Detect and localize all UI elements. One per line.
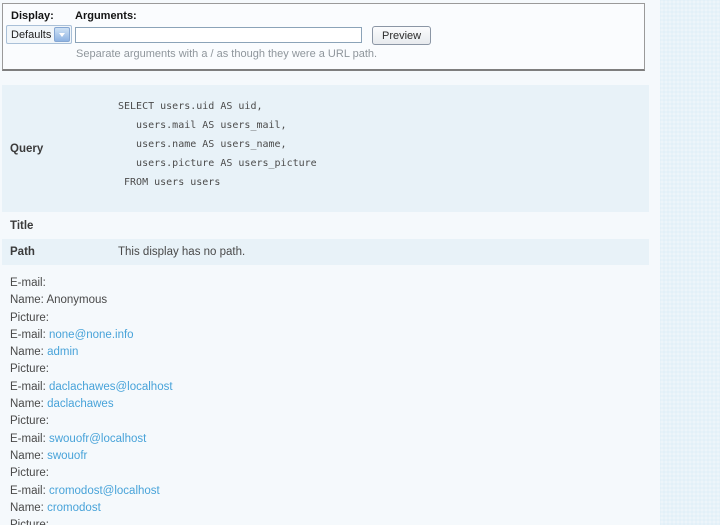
result-field-label: E-mail:: [10, 484, 49, 497]
result-line: Picture:: [10, 310, 640, 327]
result-line: Picture:: [10, 517, 640, 525]
query-row-label: Query: [10, 142, 44, 155]
result-line: Name: cromodost: [10, 500, 640, 517]
result-line: E-mail: swouofr@localhost: [10, 431, 640, 448]
result-field-label: Picture:: [10, 415, 53, 428]
result-link[interactable]: daclachawes: [47, 398, 113, 410]
arguments-input[interactable]: [75, 27, 362, 43]
preview-controls-fieldset: Display: Arguments: Defaults Preview Sep…: [2, 3, 645, 71]
display-select-value: Defaults: [11, 28, 52, 41]
path-row: Path This display has no path.: [2, 239, 649, 265]
result-line: Picture:: [10, 413, 640, 430]
arguments-help-text: Separate arguments with a / as though th…: [76, 48, 378, 60]
result-value: Anonymous: [46, 294, 108, 307]
preview-results-list: E-mail: Name: Anonymous Picture: E-mail: …: [10, 275, 640, 525]
result-field-label: Picture:: [10, 467, 53, 480]
result-line: E-mail:: [10, 275, 640, 292]
result-field-label: Name:: [10, 398, 48, 411]
page-background-band: [660, 0, 720, 525]
chevron-down-icon[interactable]: [54, 27, 70, 42]
result-field-label: E-mail:: [10, 432, 49, 445]
display-select[interactable]: Defaults: [6, 25, 72, 44]
result-link[interactable]: swouofr@localhost: [49, 433, 146, 445]
result-field-label: Picture:: [10, 519, 52, 525]
result-line: E-mail: none@none.info: [10, 327, 640, 344]
path-row-label: Path: [10, 246, 35, 258]
result-link[interactable]: daclachawes@localhost: [49, 381, 173, 393]
result-line: Name: swouofr: [10, 448, 640, 465]
result-field-label: E-mail:: [10, 328, 49, 341]
query-row: Query SELECT users.uid AS uid, users.mai…: [2, 85, 649, 212]
result-line: Picture:: [10, 465, 640, 482]
display-label: Display:: [11, 10, 54, 22]
result-line: Picture:: [10, 361, 640, 378]
result-field-label: Name:: [10, 449, 48, 462]
path-row-value: This display has no path.: [118, 246, 246, 258]
result-line: Name: daclachawes: [10, 396, 640, 413]
title-row-label: Title: [10, 219, 34, 232]
result-line: Name: Anonymous: [10, 292, 640, 309]
result-field-label: Name:: [10, 294, 47, 307]
result-line: Name: admin: [10, 344, 640, 361]
title-row: Title: [2, 212, 649, 239]
result-link[interactable]: swouofr: [47, 450, 87, 462]
views-preview-page: Display: Arguments: Defaults Preview Sep…: [0, 0, 720, 525]
query-sql-text: SELECT users.uid AS uid, users.mail AS u…: [118, 101, 317, 188]
preview-button[interactable]: Preview: [372, 26, 432, 45]
result-line: E-mail: daclachawes@localhost: [10, 379, 640, 396]
view-preview-table: Query SELECT users.uid AS uid, users.mai…: [2, 85, 649, 265]
result-field-label: Name:: [10, 501, 48, 514]
result-link[interactable]: cromodost@localhost: [49, 485, 160, 497]
result-link[interactable]: admin: [47, 346, 78, 358]
result-link[interactable]: none@none.info: [49, 329, 134, 341]
result-field-label: E-mail:: [10, 277, 49, 289]
result-link[interactable]: cromodost: [47, 502, 101, 514]
result-field-label: E-mail:: [10, 380, 49, 393]
result-line: E-mail: cromodost@localhost: [10, 483, 640, 500]
result-field-label: Picture:: [10, 311, 53, 324]
arguments-label: Arguments:: [75, 10, 137, 22]
result-field-label: Name:: [10, 346, 48, 359]
result-field-label: Picture:: [10, 363, 53, 376]
